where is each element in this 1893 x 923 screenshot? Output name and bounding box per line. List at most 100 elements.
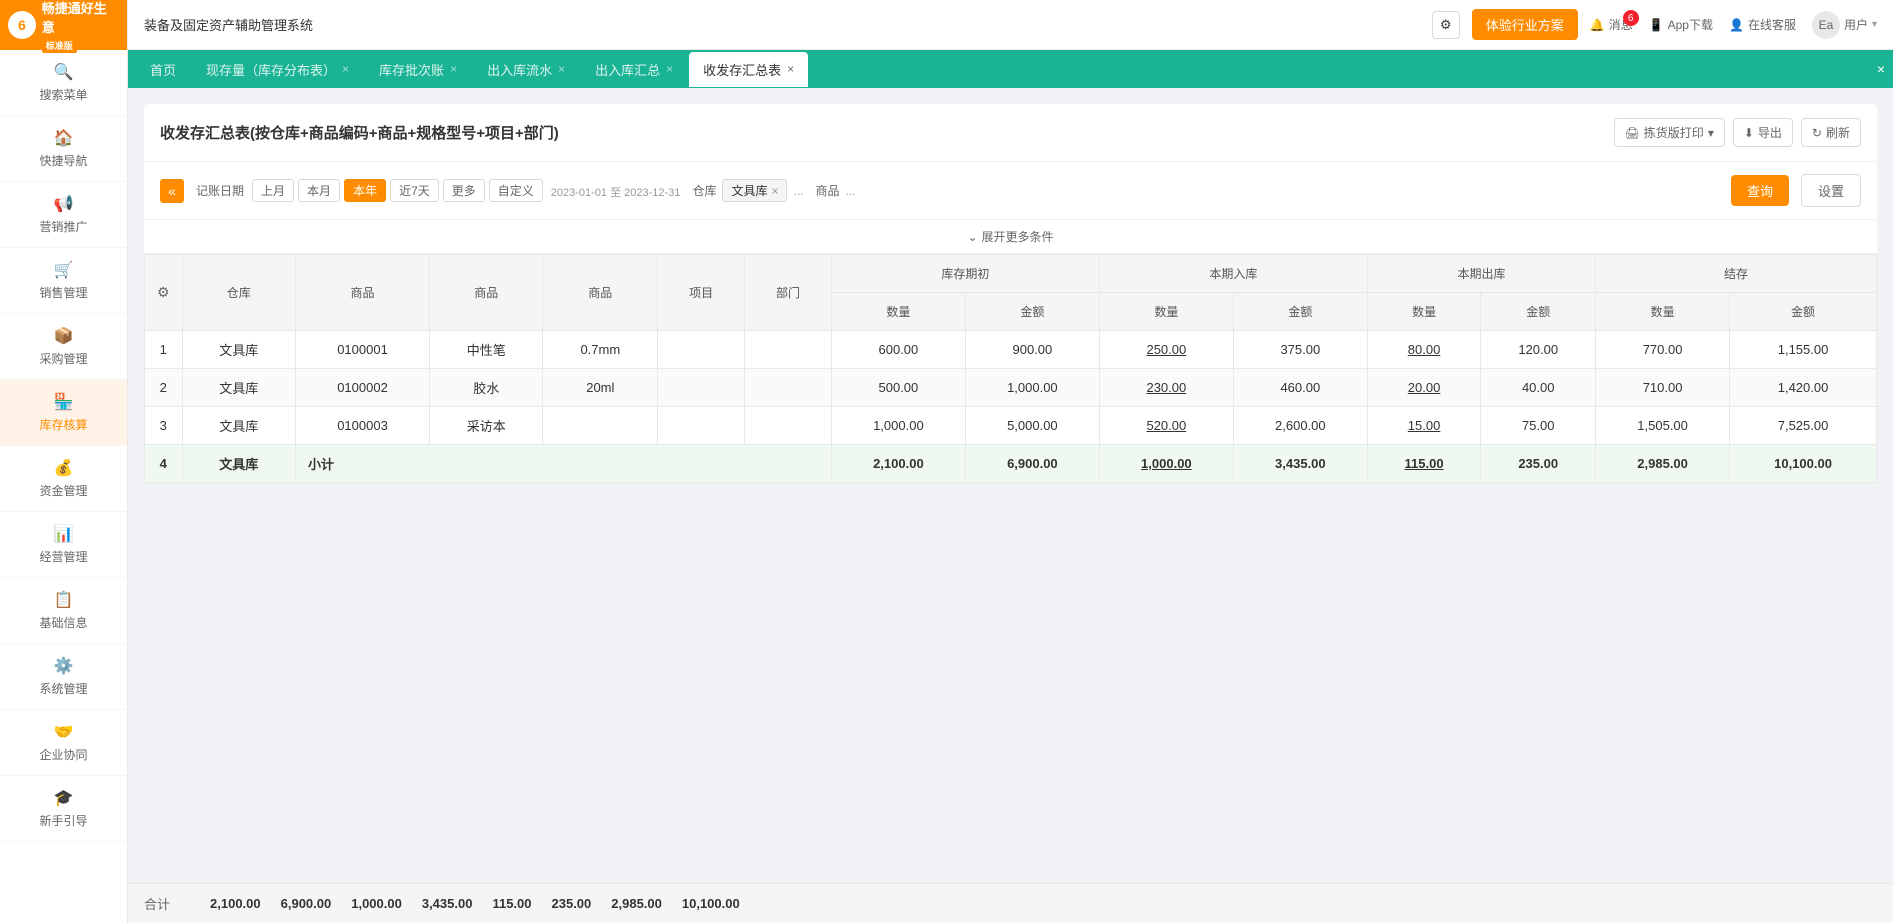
tab-bar-close-icon[interactable]: ×: [1877, 61, 1885, 77]
basicinfo-icon: 📋: [54, 590, 74, 610]
close-icon[interactable]: ×: [558, 62, 565, 76]
sidebar-item-basic-info[interactable]: 📋 基础信息: [0, 578, 127, 644]
cell-in-qty[interactable]: 230.00: [1099, 369, 1233, 407]
sidebar-item-sales[interactable]: 🛒 销售管理: [0, 248, 127, 314]
sidebar: 6 畅捷通好生意 标准版 🔍 搜索菜单 🏠 快捷导航 📢 营销推广 🛒 销售管理…: [0, 0, 128, 923]
user-item[interactable]: Ea 用户 ▾: [1812, 11, 1877, 39]
warehouse-more[interactable]: ...: [793, 184, 803, 198]
col-in-amt-header: 金额: [1233, 293, 1367, 331]
date-btn-custom[interactable]: 自定义: [489, 179, 543, 202]
cell-in-qty[interactable]: 520.00: [1099, 407, 1233, 445]
cell-in-qty[interactable]: 250.00: [1099, 331, 1233, 369]
sidebar-item-inventory[interactable]: 🏪 库存核算: [0, 380, 127, 446]
sidebar-item-label: 系统管理: [39, 680, 87, 697]
system-icon: ⚙️: [54, 656, 74, 676]
cell-dept: [745, 407, 832, 445]
sidebar-item-label: 采购管理: [39, 350, 87, 367]
cell-open-amt: 1,000.00: [965, 369, 1099, 407]
subtotal-row: 4 文具库 小计 2,100.00 6,900.00 1,000.00 3,43…: [145, 445, 1877, 483]
col-in-qty-header: 数量: [1099, 293, 1233, 331]
cell-dept: [745, 369, 832, 407]
col-project-header: 项目: [658, 255, 745, 331]
cell-project: [658, 331, 745, 369]
date-btn-this-year[interactable]: 本年: [344, 179, 386, 202]
tab-inout-summary[interactable]: 出入库汇总 ×: [581, 52, 687, 87]
date-filter-label: 记账日期: [196, 182, 244, 199]
goods-more[interactable]: ...: [846, 184, 856, 198]
col-out-header: 本期出库: [1367, 255, 1595, 293]
notifications-badge: 6: [1623, 10, 1639, 26]
cell-dept: [745, 331, 832, 369]
sidebar-item-operations[interactable]: 📊 经营管理: [0, 512, 127, 578]
cell-code: 0100002: [296, 369, 430, 407]
warehouse-tag-close[interactable]: ×: [771, 184, 778, 198]
set-button[interactable]: 设置: [1801, 174, 1861, 207]
close-icon[interactable]: ×: [342, 62, 349, 76]
guide-icon: 🎓: [54, 788, 74, 808]
service-icon: 👤: [1729, 18, 1744, 32]
sidebar-item-guide[interactable]: 🎓 新手引导: [0, 776, 127, 842]
date-btn-7days[interactable]: 近7天: [390, 179, 439, 202]
total-values: 2,100.00 6,900.00 1,000.00 3,435.00 115.…: [210, 896, 740, 911]
date-btn-last-month[interactable]: 上月: [252, 179, 294, 202]
tab-inventory-dist[interactable]: 现存量（库存分布表） ×: [192, 52, 363, 87]
online-service-item[interactable]: 👤 在线客服: [1729, 16, 1796, 33]
notifications-item[interactable]: 🔔 消息 6: [1590, 16, 1633, 33]
cell-subtotal-in-qty[interactable]: 1,000.00: [1099, 445, 1233, 483]
cell-project: [658, 407, 745, 445]
tab-inout-summary-label: 出入库汇总: [595, 60, 660, 79]
tab-receipt-summary[interactable]: 收发存汇总表 ×: [689, 52, 808, 87]
refresh-button[interactable]: ↻ 刷新: [1801, 118, 1861, 147]
export-button[interactable]: ⬇ 导出: [1733, 118, 1793, 147]
goods-filter-label: 商品: [816, 182, 840, 199]
col-opening-qty-header: 数量: [831, 293, 965, 331]
trial-button[interactable]: 体验行业方案: [1472, 9, 1578, 40]
sidebar-item-label: 库存核算: [39, 416, 87, 433]
tab-home[interactable]: 首页: [136, 52, 190, 87]
marketing-icon: 📢: [54, 194, 74, 214]
sidebar-item-search[interactable]: 🔍 搜索菜单: [0, 50, 127, 116]
warehouse-tag: 文具库 ×: [722, 179, 787, 202]
data-table-container: ⚙ 仓库 商品 商品 商品 项目 部门 库存期初 本期入库 本期出库 结存: [144, 254, 1877, 483]
sidebar-item-label: 搜索菜单: [39, 86, 87, 103]
settings-icon-btn[interactable]: ⚙: [1432, 11, 1460, 39]
expand-more-button[interactable]: ⌄ 展开更多条件: [967, 228, 1053, 245]
cell-subtotal-out-qty[interactable]: 115.00: [1367, 445, 1481, 483]
cell-rownum: 3: [145, 407, 183, 445]
tab-inout-flow[interactable]: 出入库流水 ×: [473, 52, 579, 87]
cell-out-qty[interactable]: 20.00: [1367, 369, 1481, 407]
cell-out-qty[interactable]: 80.00: [1367, 331, 1481, 369]
close-icon[interactable]: ×: [787, 62, 794, 76]
cell-project: [658, 369, 745, 407]
date-btn-more[interactable]: 更多: [443, 179, 485, 202]
tab-home-label: 首页: [150, 60, 176, 79]
sidebar-item-label: 快捷导航: [39, 152, 87, 169]
query-button[interactable]: 查询: [1731, 175, 1789, 206]
page-header-actions: 🖨 拣货版打印 ▾ ⬇ 导出 ↻ 刷新: [1614, 118, 1861, 147]
cell-open-qty: 600.00: [831, 331, 965, 369]
print-button[interactable]: 🖨 拣货版打印 ▾: [1614, 118, 1725, 147]
col-settings-header[interactable]: ⚙: [145, 255, 183, 331]
tab-batch[interactable]: 库存批次账 ×: [365, 52, 471, 87]
tab-receipt-summary-label: 收发存汇总表: [703, 60, 781, 79]
close-icon[interactable]: ×: [450, 62, 457, 76]
sidebar-item-purchase[interactable]: 📦 采购管理: [0, 314, 127, 380]
sidebar-item-enterprise[interactable]: 🤝 企业协同: [0, 710, 127, 776]
chevron-down-icon: ▾: [1872, 19, 1877, 30]
col-out-amt-header: 金额: [1481, 293, 1596, 331]
cell-out-qty[interactable]: 15.00: [1367, 407, 1481, 445]
sidebar-item-finance[interactable]: 💰 资金管理: [0, 446, 127, 512]
sidebar-item-marketing[interactable]: 📢 营销推广: [0, 182, 127, 248]
filter-toggle-button[interactable]: «: [160, 179, 184, 203]
date-btn-this-month[interactable]: 本月: [298, 179, 340, 202]
content-card: 收发存汇总表(按仓库+商品编码+商品+规格型号+项目+部门) 🖨 拣货版打印 ▾…: [144, 104, 1877, 483]
sidebar-item-system[interactable]: ⚙️ 系统管理: [0, 644, 127, 710]
sidebar-menu: 🔍 搜索菜单 🏠 快捷导航 📢 营销推广 🛒 销售管理 📦 采购管理 🏪 库存核…: [0, 50, 127, 923]
close-icon[interactable]: ×: [666, 62, 673, 76]
total-in-amt: 3,435.00: [422, 896, 473, 911]
sidebar-item-label: 销售管理: [39, 284, 87, 301]
sidebar-item-quicknav[interactable]: 🏠 快捷导航: [0, 116, 127, 182]
page-header: 收发存汇总表(按仓库+商品编码+商品+规格型号+项目+部门) 🖨 拣货版打印 ▾…: [144, 104, 1877, 162]
app-download-item[interactable]: 📱 App下载: [1649, 16, 1713, 33]
cell-subtotal-label: 小计: [296, 445, 832, 483]
